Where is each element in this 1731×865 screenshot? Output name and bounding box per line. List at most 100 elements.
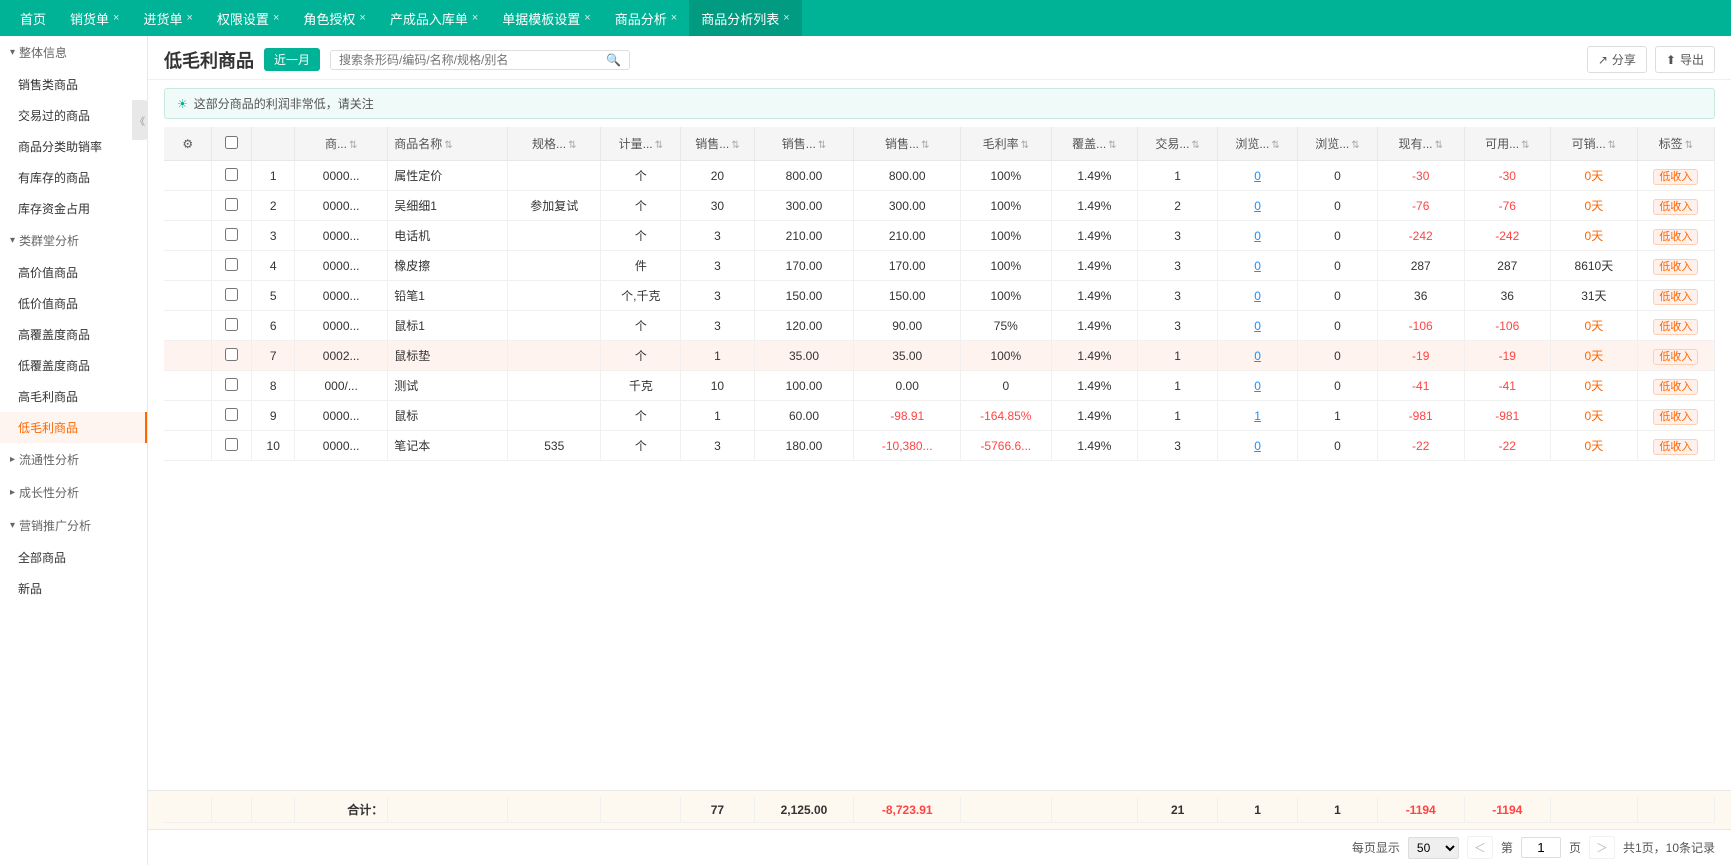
row-saleable: 0天 <box>1551 191 1638 221</box>
row-spec <box>508 311 601 341</box>
row-checkbox[interactable] <box>225 168 238 181</box>
col-view1[interactable]: 浏览...⇅ <box>1218 127 1298 161</box>
col-gross-rate[interactable]: 毛利率⇅ <box>961 127 1052 161</box>
period-button[interactable]: 近一月 <box>264 48 320 71</box>
row-sale-qty: 20 <box>681 161 754 191</box>
row-checkbox-cell[interactable] <box>212 401 252 431</box>
nav-purchase-close[interactable]: × <box>186 12 192 24</box>
sidebar-item-stock-capital[interactable]: 库存资金占用 <box>0 193 147 224</box>
row-checkbox-cell[interactable] <box>212 431 252 461</box>
col-tag[interactable]: 标签⇅ <box>1637 127 1714 161</box>
search-input[interactable] <box>339 53 602 67</box>
sidebar-item-category-rate[interactable]: 商品分类助销率 <box>0 131 147 162</box>
sidebar-item-high-value[interactable]: 高价值商品 <box>0 257 147 288</box>
row-checkbox[interactable] <box>225 288 238 301</box>
nav-product-inbound-close[interactable]: × <box>472 12 478 24</box>
col-settings[interactable]: ⚙ <box>164 127 212 161</box>
row-checkbox-cell[interactable] <box>212 281 252 311</box>
nav-sales-close[interactable]: × <box>113 12 119 24</box>
sidebar-item-low-margin[interactable]: 低毛利商品 <box>0 412 147 443</box>
row-view1[interactable]: 0 <box>1218 281 1298 311</box>
row-view1[interactable]: 0 <box>1218 431 1298 461</box>
row-checkbox[interactable] <box>225 258 238 271</box>
nav-product-inbound[interactable]: 产成品入库单 × <box>378 0 490 36</box>
nav-home[interactable]: 首页 <box>8 0 58 36</box>
row-view1[interactable]: 0 <box>1218 341 1298 371</box>
nav-goods-analysis-close[interactable]: × <box>671 12 677 24</box>
sidebar-group-cluster[interactable]: ▾ 类群堂分析 <box>0 224 147 257</box>
col-saleable[interactable]: 可销...⇅ <box>1551 127 1638 161</box>
sidebar-item-all-goods[interactable]: 全部商品 <box>0 542 147 573</box>
nav-permissions[interactable]: 权限设置 × <box>205 0 291 36</box>
row-checkbox-cell[interactable] <box>212 341 252 371</box>
col-cover[interactable]: 覆盖...⇅ <box>1051 127 1138 161</box>
row-checkbox-cell[interactable] <box>212 161 252 191</box>
sidebar-group-flow[interactable]: ▸ 流通性分析 <box>0 443 147 476</box>
nav-template[interactable]: 单据模板设置 × <box>490 0 602 36</box>
row-view1[interactable]: 0 <box>1218 191 1298 221</box>
per-page-select[interactable]: 50 100 200 <box>1408 837 1459 859</box>
col-avail[interactable]: 可用...⇅ <box>1464 127 1551 161</box>
row-view1[interactable]: 0 <box>1218 251 1298 281</box>
sidebar-item-low-value[interactable]: 低价值商品 <box>0 288 147 319</box>
sidebar-item-high-coverage[interactable]: 高覆盖度商品 <box>0 319 147 350</box>
col-sale-profit[interactable]: 销售...⇅ <box>854 127 961 161</box>
row-view1[interactable]: 0 <box>1218 371 1298 401</box>
col-trade[interactable]: 交易...⇅ <box>1138 127 1218 161</box>
col-sale-amt[interactable]: 销售...⇅ <box>754 127 854 161</box>
col-unit[interactable]: 计量...⇅ <box>601 127 681 161</box>
sidebar-group-overall[interactable]: ▾ 整体信息 <box>0 36 147 69</box>
col-name[interactable]: 商品名称⇅ <box>388 127 508 161</box>
row-sale-profit: -98.91 <box>854 401 961 431</box>
row-checkbox-cell[interactable] <box>212 251 252 281</box>
row-checkbox[interactable] <box>225 228 238 241</box>
row-view1[interactable]: 0 <box>1218 161 1298 191</box>
nav-goods-analysis-list[interactable]: 商品分析列表 × <box>689 0 801 36</box>
prev-page-btn[interactable]: ＜ <box>1467 836 1493 859</box>
nav-goods-analysis[interactable]: 商品分析 × <box>603 0 689 36</box>
row-spec <box>508 161 601 191</box>
nav-purchase[interactable]: 进货单 × <box>131 0 204 36</box>
row-checkbox[interactable] <box>225 378 238 391</box>
nav-sales[interactable]: 销货单 × <box>58 0 131 36</box>
row-checkbox-cell[interactable] <box>212 311 252 341</box>
sidebar-item-low-coverage[interactable]: 低覆盖度商品 <box>0 350 147 381</box>
nav-roles[interactable]: 角色授权 × <box>291 0 377 36</box>
col-sale-qty[interactable]: 销售...⇅ <box>681 127 754 161</box>
row-spec <box>508 221 601 251</box>
sidebar-item-high-margin[interactable]: 高毛利商品 <box>0 381 147 412</box>
row-checkbox[interactable] <box>225 318 238 331</box>
share-button[interactable]: ↗ 分享 <box>1587 46 1647 73</box>
row-checkbox[interactable] <box>225 438 238 451</box>
col-cur-stock[interactable]: 现有...⇅ <box>1377 127 1464 161</box>
sidebar-item-new-goods[interactable]: 新品 <box>0 573 147 604</box>
next-page-btn[interactable]: ＞ <box>1589 836 1615 859</box>
nav-template-close[interactable]: × <box>584 12 590 24</box>
row-view1[interactable]: 1 <box>1218 401 1298 431</box>
sidebar-item-traded-goods[interactable]: 交易过的商品 <box>0 100 147 131</box>
export-button[interactable]: ⬆ 导出 <box>1655 46 1715 73</box>
col-spec[interactable]: 规格...⇅ <box>508 127 601 161</box>
nav-permissions-close[interactable]: × <box>273 12 279 24</box>
row-view1[interactable]: 0 <box>1218 221 1298 251</box>
col-code[interactable]: 商...⇅ <box>295 127 388 161</box>
row-checkbox-cell[interactable] <box>212 221 252 251</box>
row-sale-qty: 10 <box>681 371 754 401</box>
row-view1[interactable]: 0 <box>1218 311 1298 341</box>
sidebar-group-growth[interactable]: ▸ 成长性分析 <box>0 476 147 509</box>
row-checkbox-cell[interactable] <box>212 191 252 221</box>
search-icon[interactable]: 🔍 <box>606 53 621 67</box>
row-checkbox[interactable] <box>225 198 238 211</box>
col-view2[interactable]: 浏览...⇅ <box>1298 127 1378 161</box>
col-checkbox-all[interactable] <box>212 127 252 161</box>
row-checkbox[interactable] <box>225 408 238 421</box>
select-all-checkbox[interactable] <box>225 136 238 149</box>
row-checkbox[interactable] <box>225 348 238 361</box>
sidebar-item-sales-goods[interactable]: 销售类商品 <box>0 69 147 100</box>
sidebar-group-marketing[interactable]: ▾ 营销推广分析 <box>0 509 147 542</box>
sidebar-item-stocked-goods[interactable]: 有库存的商品 <box>0 162 147 193</box>
nav-roles-close[interactable]: × <box>359 12 365 24</box>
row-checkbox-cell[interactable] <box>212 371 252 401</box>
page-input[interactable] <box>1521 837 1561 858</box>
nav-goods-analysis-list-close[interactable]: × <box>783 12 789 24</box>
